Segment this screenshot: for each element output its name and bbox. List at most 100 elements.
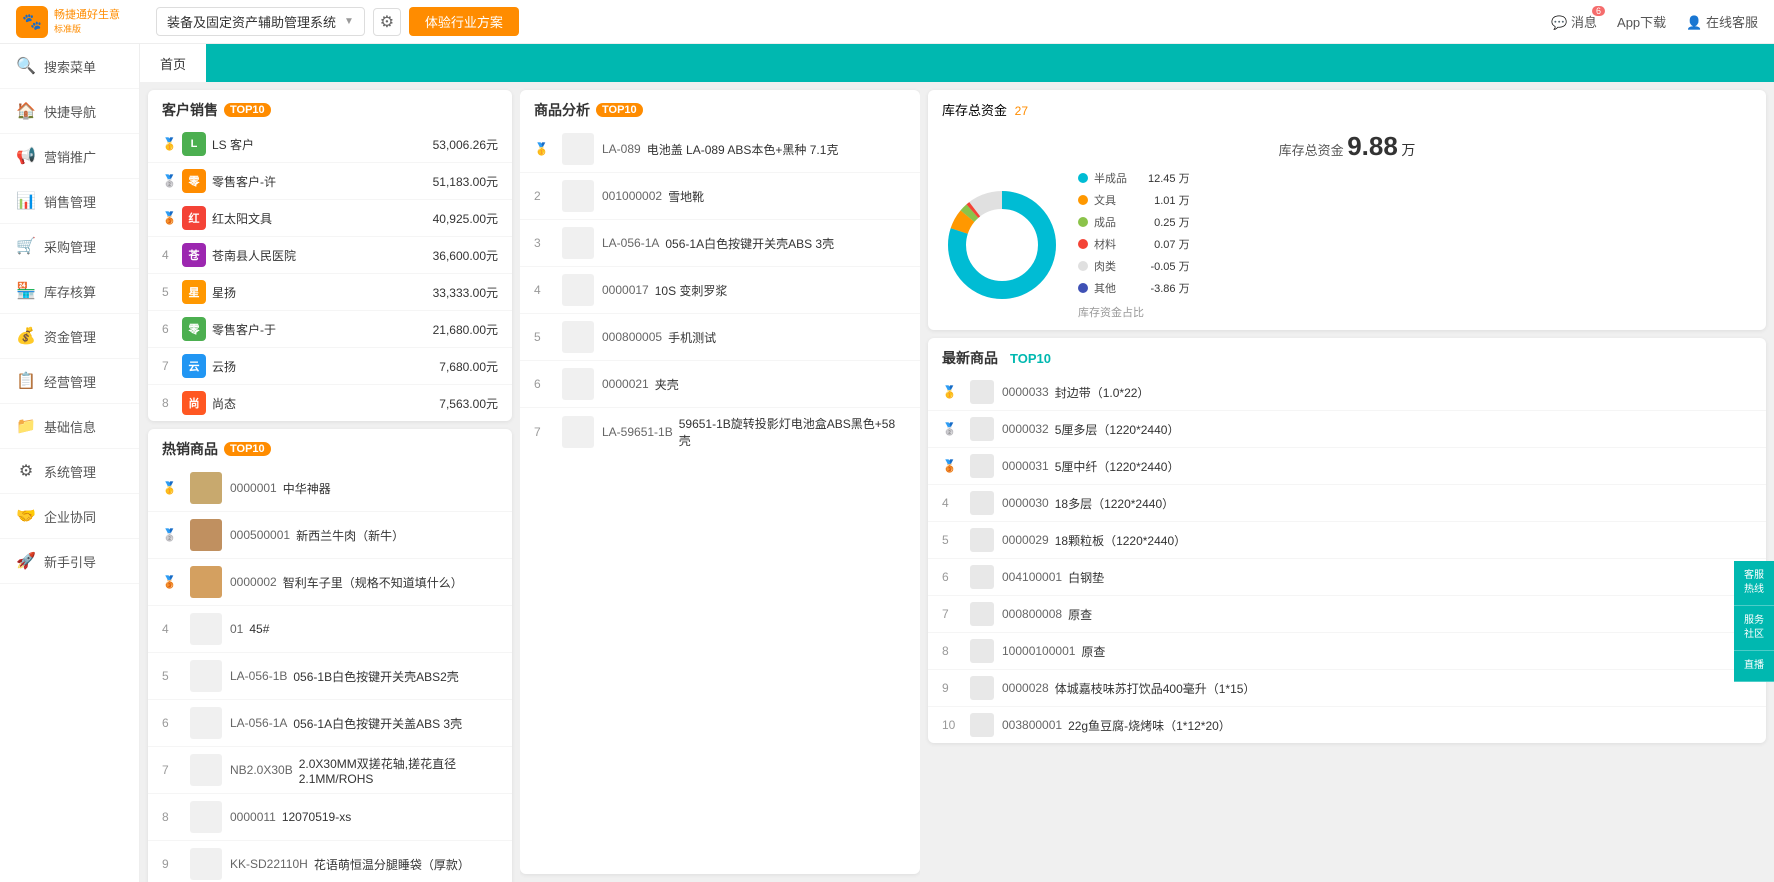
- list-item: 6 LA-056-1A 056-1A白色按键开关盖ABS 3壳: [148, 700, 512, 747]
- message-btn[interactable]: 💬 消息 6: [1551, 12, 1597, 31]
- legend-row-stationery: 文具 1.01 万: [1078, 192, 1190, 208]
- inventory-card: 库存总资金 27 库存总资金 9.88 万: [928, 90, 1766, 330]
- list-item: 2 001000002 雪地靴: [520, 173, 920, 220]
- medal-icon: 🥈: [162, 174, 182, 188]
- product-code: 10000100001: [1002, 644, 1075, 658]
- system-name: 装备及固定资产辅助管理系统: [167, 12, 336, 31]
- sidebar-item-system[interactable]: ⚙ 系统管理: [0, 449, 139, 494]
- sidebar-item-inventory[interactable]: 🏪 库存核算: [0, 269, 139, 314]
- dropdown-arrow-icon: ▼: [344, 16, 354, 27]
- online-service-btn[interactable]: 👤 在线客服: [1686, 12, 1758, 31]
- list-item: 🥇 0000001 中华神器: [148, 465, 512, 512]
- customer-amount: 7,563.00元: [439, 395, 498, 412]
- list-item: 7 000800008 原查: [928, 596, 1766, 633]
- customer-name: 零售客户-许: [212, 173, 433, 190]
- new-products-list: 🥇 0000033 封边带（1.0*22） 🥈 0000032 5厘多层（122…: [928, 374, 1766, 743]
- product-name: 12070519-xs: [282, 810, 498, 824]
- product-thumbnail: [190, 660, 222, 692]
- list-item: 🥉 0000031 5厘中纤（1220*2440）: [928, 448, 1766, 485]
- table-row: 🥇 L LS 客户 53,006.26元: [148, 126, 512, 163]
- rank-number: 4: [942, 496, 962, 510]
- sidebar-item-sales[interactable]: 📊 销售管理: [0, 179, 139, 224]
- product-name: 新西兰牛肉（新牛）: [296, 527, 498, 544]
- nav-tabs: 首页: [140, 44, 1774, 82]
- sidebar-item-purchase[interactable]: 🛒 采购管理: [0, 224, 139, 269]
- donut-chart-container: 半成品 12.45 万 文具 1.01 万 成品 0: [928, 166, 1766, 330]
- product-thumbnail: [970, 602, 994, 626]
- avatar: 零: [182, 169, 206, 193]
- inventory-header: 库存总资金 27: [928, 90, 1766, 123]
- table-row: 6 零 零售客户-于 21,680.00元: [148, 311, 512, 348]
- product-name: 5厘多层（1220*2440）: [1055, 421, 1752, 438]
- system-selector[interactable]: 装备及固定资产辅助管理系统 ▼: [156, 7, 365, 36]
- float-btn-live[interactable]: 直播: [1734, 651, 1774, 682]
- product-code: 004100001: [1002, 570, 1062, 584]
- list-item: 🥇 LA-089 电池盖 LA-089 ABS本色+黑种 7.1克: [520, 126, 920, 173]
- customer-sales-badge: TOP10: [224, 103, 271, 117]
- list-item: 🥈 0000032 5厘多层（1220*2440）: [928, 411, 1766, 448]
- product-thumbnail: [190, 707, 222, 739]
- sidebar-item-operations[interactable]: 📋 经营管理: [0, 359, 139, 404]
- product-code: 0000011: [230, 810, 276, 824]
- trial-button[interactable]: 体验行业方案: [409, 7, 519, 36]
- float-btn-service[interactable]: 客服热线: [1734, 561, 1774, 606]
- inventory-legend: 半成品 12.45 万 文具 1.01 万 成品 0: [1078, 170, 1190, 320]
- medal-icon: 🥉: [162, 575, 182, 589]
- sidebar-item-label: 采购管理: [44, 237, 96, 256]
- app-download-btn[interactable]: App下载: [1617, 12, 1666, 31]
- customer-amount: 33,333.00元: [433, 284, 498, 301]
- sidebar-item-label: 营销推广: [44, 147, 96, 166]
- sidebar-item-basic-info[interactable]: 📁 基础信息: [0, 404, 139, 449]
- inventory-count: 27: [1015, 104, 1028, 118]
- rank-number: 9: [942, 681, 962, 695]
- message-badge: 6: [1592, 6, 1605, 16]
- right-panel: 库存总资金 27 库存总资金 9.88 万: [920, 82, 1774, 882]
- customer-name: 红太阳文具: [212, 210, 433, 227]
- medal-icon: 🥇: [162, 481, 182, 495]
- sidebar-item-quicknav[interactable]: 🏠 快捷导航: [0, 89, 139, 134]
- product-thumbnail: [970, 565, 994, 589]
- sidebar-item-label: 库存核算: [44, 282, 96, 301]
- sidebar-item-marketing[interactable]: 📢 营销推广: [0, 134, 139, 179]
- sidebar-item-search[interactable]: 🔍 搜索菜单: [0, 44, 139, 89]
- product-thumbnail: [970, 713, 994, 737]
- inventory-chart-label: 库存资金占比: [1078, 304, 1190, 320]
- table-row: 🥉 红 红太阳文具 40,925.00元: [148, 200, 512, 237]
- rank-number: 8: [942, 644, 962, 658]
- sidebar-item-cooperation[interactable]: 🤝 企业协同: [0, 494, 139, 539]
- list-item: 🥇 0000033 封边带（1.0*22）: [928, 374, 1766, 411]
- product-code: 0000002: [230, 575, 277, 589]
- inventory-amount: 9.88: [1347, 131, 1398, 161]
- product-name: 封边带（1.0*22）: [1055, 384, 1752, 401]
- rank-number: 4: [534, 283, 554, 297]
- list-item: 9 0000028 体城嘉枝味苏打饮品400毫升（1*15）: [928, 670, 1766, 707]
- product-code: 01: [230, 622, 243, 636]
- inventory-label: 库存总资金: [1279, 143, 1348, 158]
- sidebar-item-finance[interactable]: 💰 资金管理: [0, 314, 139, 359]
- product-code: 0000030: [1002, 496, 1049, 510]
- float-btn-community[interactable]: 服务社区: [1734, 606, 1774, 651]
- medal-icon: 🥈: [162, 528, 182, 542]
- product-thumbnail: [970, 454, 994, 478]
- tab-home[interactable]: 首页: [140, 44, 206, 82]
- list-item: 🥈 000500001 新西兰牛肉（新牛）: [148, 512, 512, 559]
- customer-amount: 7,680.00元: [439, 358, 498, 375]
- rank-number: 6: [534, 377, 554, 391]
- avatar: 零: [182, 317, 206, 341]
- gear-button[interactable]: ⚙: [373, 8, 401, 36]
- logo-icon: 🐾: [16, 6, 48, 38]
- product-thumbnail: [562, 133, 594, 165]
- list-item: 10 003800001 22g鱼豆腐-烧烤味（1*12*20）: [928, 707, 1766, 743]
- legend-dot: [1078, 173, 1088, 183]
- sidebar-item-guide[interactable]: 🚀 新手引导: [0, 539, 139, 584]
- legend-row-material: 材料 0.07 万: [1078, 236, 1190, 252]
- header-right: 💬 消息 6 App下载 👤 在线客服: [1551, 12, 1758, 31]
- legend-row-other: 其他 -3.86 万: [1078, 280, 1190, 296]
- list-item: 8 0000011 12070519-xs: [148, 794, 512, 841]
- inventory-total: 库存总资金 9.88 万: [928, 123, 1766, 166]
- table-row: 7 云 云扬 7,680.00元: [148, 348, 512, 385]
- product-thumbnail: [562, 274, 594, 306]
- medal-icon: 🥉: [162, 211, 182, 225]
- product-name: 白钢垫: [1068, 569, 1752, 586]
- list-item: 9 KK-SD22110H 花语萌恒温分腿睡袋（厚款）: [148, 841, 512, 882]
